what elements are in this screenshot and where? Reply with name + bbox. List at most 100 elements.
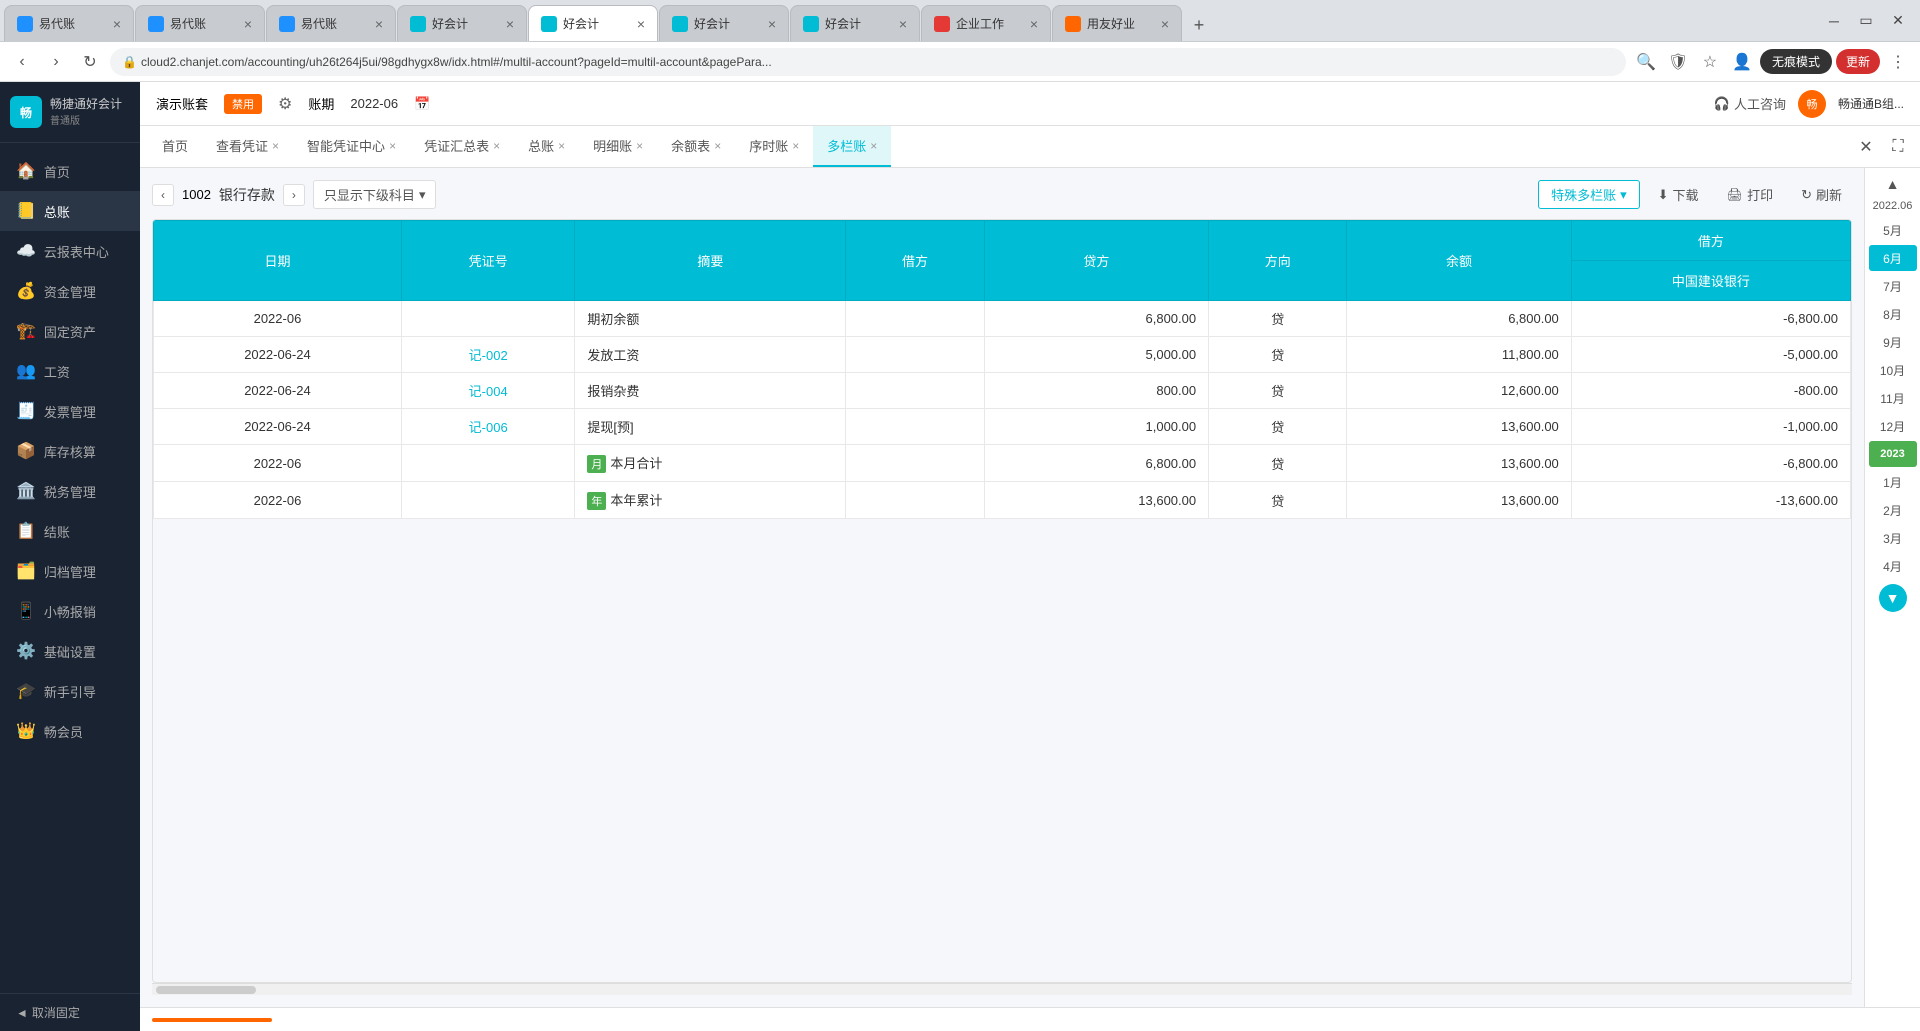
sidebar-item-home[interactable]: 🏠 首页 xyxy=(0,151,140,191)
cal-month-apr[interactable]: 4月 xyxy=(1869,553,1917,579)
ai-consult-button[interactable]: 🎧 人工咨询 xyxy=(1714,94,1786,113)
sidebar-item-ledger[interactable]: 📒 总账 xyxy=(0,191,140,231)
forward-button[interactable]: › xyxy=(42,48,70,76)
prev-account-button[interactable]: ‹ xyxy=(152,184,174,206)
tab-close-3[interactable]: × xyxy=(375,16,383,32)
shield-icon[interactable]: 🛡 xyxy=(1664,48,1692,76)
tab-close-8[interactable]: × xyxy=(1030,16,1038,32)
cal-month-mar[interactable]: 3月 xyxy=(1869,525,1917,551)
browser-tab-5[interactable]: 好会计 × xyxy=(528,5,658,41)
horizontal-scrollbar[interactable] xyxy=(152,983,1852,995)
tab-detailed-ledger[interactable]: 明细账 × xyxy=(579,126,657,167)
next-account-button[interactable]: › xyxy=(283,184,305,206)
tab-journal-close[interactable]: × xyxy=(792,139,799,153)
sidebar-item-member[interactable]: 👑 畅会员 xyxy=(0,711,140,751)
tab-multi-column[interactable]: 多栏账 × xyxy=(813,126,891,167)
cell-voucher[interactable]: 记-004 xyxy=(401,373,575,409)
sidebar-item-expense[interactable]: 📱 小畅报销 xyxy=(0,591,140,631)
tab-smart-voucher-close[interactable]: × xyxy=(389,139,396,153)
cal-month-jul[interactable]: 7月 xyxy=(1869,273,1917,299)
tab-balance-sheet[interactable]: 余额表 × xyxy=(657,126,735,167)
tab-balance-sheet-close[interactable]: × xyxy=(714,139,721,153)
browser-tab-6[interactable]: 好会计 × xyxy=(659,5,789,41)
menu-icon[interactable]: ⋮ xyxy=(1884,48,1912,76)
tab-close-4[interactable]: × xyxy=(506,16,514,32)
tab-multi-column-close[interactable]: × xyxy=(870,139,877,153)
settings-gear-icon[interactable]: ⚙ xyxy=(278,94,292,114)
tab-close-6[interactable]: × xyxy=(768,16,776,32)
tab-close-9[interactable]: × xyxy=(1161,16,1169,32)
tab-close-5[interactable]: × xyxy=(637,16,645,32)
browser-tab-7[interactable]: 好会计 × xyxy=(790,5,920,41)
incognito-mode-button[interactable]: 无痕模式 xyxy=(1760,49,1832,74)
sidebar-item-inventory[interactable]: 📦 库存核算 xyxy=(0,431,140,471)
sidebar-item-settings[interactable]: ⚙️ 基础设置 xyxy=(0,631,140,671)
filter-dropdown[interactable]: 只显示下级科目 ▾ xyxy=(313,180,437,209)
cal-month-feb[interactable]: 2月 xyxy=(1869,497,1917,523)
cell-voucher[interactable]: 记-002 xyxy=(401,337,575,373)
cal-month-oct[interactable]: 10月 xyxy=(1869,357,1917,383)
cal-month-nov[interactable]: 11月 xyxy=(1869,385,1917,411)
cal-month-jun[interactable]: 6月 xyxy=(1869,245,1917,271)
sidebar-item-invoice[interactable]: 🧾 发票管理 xyxy=(0,391,140,431)
reload-button[interactable]: ↻ xyxy=(76,48,104,76)
minimize-button[interactable]: ─ xyxy=(1820,7,1848,35)
cal-month-jan[interactable]: 1月 xyxy=(1869,469,1917,495)
browser-tab-1[interactable]: 易代账 × xyxy=(4,5,134,41)
tab-close-7[interactable]: × xyxy=(899,16,907,32)
period-value[interactable]: 2022-06 xyxy=(350,96,398,111)
browser-tab-3[interactable]: 易代账 × xyxy=(266,5,396,41)
tab-view-voucher-close[interactable]: × xyxy=(272,139,279,153)
browser-tab-2[interactable]: 易代账 × xyxy=(135,5,265,41)
profile-icon[interactable]: 👤 xyxy=(1728,48,1756,76)
back-button[interactable]: ‹ xyxy=(8,48,36,76)
calendar-scroll-down[interactable]: ▼ xyxy=(1879,584,1907,612)
cal-month-aug[interactable]: 8月 xyxy=(1869,301,1917,327)
address-box[interactable]: 🔒 cloud2.chanjet.com/accounting/uh26t264… xyxy=(110,48,1626,76)
special-multi-column-button[interactable]: 特殊多栏账 ▾ xyxy=(1538,180,1640,209)
sidebar-item-fixed-assets[interactable]: 🏗️ 固定资产 xyxy=(0,311,140,351)
browser-tab-8[interactable]: 企业工作 × xyxy=(921,5,1051,41)
sidebar-item-tax[interactable]: 🏛️ 税务管理 xyxy=(0,471,140,511)
tab-close-1[interactable]: × xyxy=(113,16,121,32)
tab-general-ledger[interactable]: 总账 × xyxy=(514,126,579,167)
print-button[interactable]: 🖨 打印 xyxy=(1717,181,1784,208)
tab-home[interactable]: 首页 xyxy=(148,126,202,167)
sidebar-pin-toggle[interactable]: ◄ 取消固定 xyxy=(0,993,140,1031)
tab-voucher-summary[interactable]: 凭证汇总表 × xyxy=(410,126,514,167)
cal-month-sep[interactable]: 9月 xyxy=(1869,329,1917,355)
close-window-button[interactable]: ✕ xyxy=(1884,7,1912,35)
update-button[interactable]: 更新 xyxy=(1836,49,1880,74)
tab-journal[interactable]: 序时账 × xyxy=(735,126,813,167)
tab-close-2[interactable]: × xyxy=(244,16,252,32)
search-browser-icon[interactable]: 🔍 xyxy=(1632,48,1660,76)
new-tab-button[interactable]: + xyxy=(1183,9,1215,41)
tab-view-voucher[interactable]: 查看凭证 × xyxy=(202,126,293,167)
calendar-icon[interactable]: 📅 xyxy=(414,96,430,112)
download-button[interactable]: ⬇ 下载 xyxy=(1648,181,1709,208)
tab-expand-button[interactable]: ⛶ xyxy=(1884,133,1912,161)
sidebar-item-funds[interactable]: 💰 资金管理 xyxy=(0,271,140,311)
star-icon[interactable]: ☆ xyxy=(1696,48,1724,76)
sidebar-item-guide[interactable]: 🎓 新手引导 xyxy=(0,671,140,711)
refresh-button[interactable]: ↻ 刷新 xyxy=(1791,181,1852,208)
sidebar-item-payroll-label: 工资 xyxy=(44,362,70,381)
tab-voucher-summary-close[interactable]: × xyxy=(493,139,500,153)
sidebar-item-archive[interactable]: 🗂️ 归档管理 xyxy=(0,551,140,591)
restore-button[interactable]: ▭ xyxy=(1852,7,1880,35)
sidebar-item-cloud-reports[interactable]: ☁️ 云报表中心 xyxy=(0,231,140,271)
tab-close-all-button[interactable]: ✕ xyxy=(1852,133,1880,161)
cell-voucher[interactable]: 记-006 xyxy=(401,409,575,445)
sidebar-item-payroll[interactable]: 👥 工资 xyxy=(0,351,140,391)
browser-tab-4[interactable]: 好会计 × xyxy=(397,5,527,41)
tab-general-ledger-close[interactable]: × xyxy=(558,139,565,153)
calendar-scroll-up[interactable]: ▲ xyxy=(1877,172,1909,196)
cal-month-may[interactable]: 5月 xyxy=(1869,217,1917,243)
cal-month-dec[interactable]: 12月 xyxy=(1869,413,1917,439)
tab-smart-voucher[interactable]: 智能凭证中心 × xyxy=(293,126,410,167)
scrollbar-thumb[interactable] xyxy=(156,986,256,994)
user-avatar[interactable]: 畅 xyxy=(1798,90,1826,118)
browser-tab-9[interactable]: 用友好业 × xyxy=(1052,5,1182,41)
tab-detailed-ledger-close[interactable]: × xyxy=(636,139,643,153)
sidebar-item-closing[interactable]: 📋 结账 xyxy=(0,511,140,551)
